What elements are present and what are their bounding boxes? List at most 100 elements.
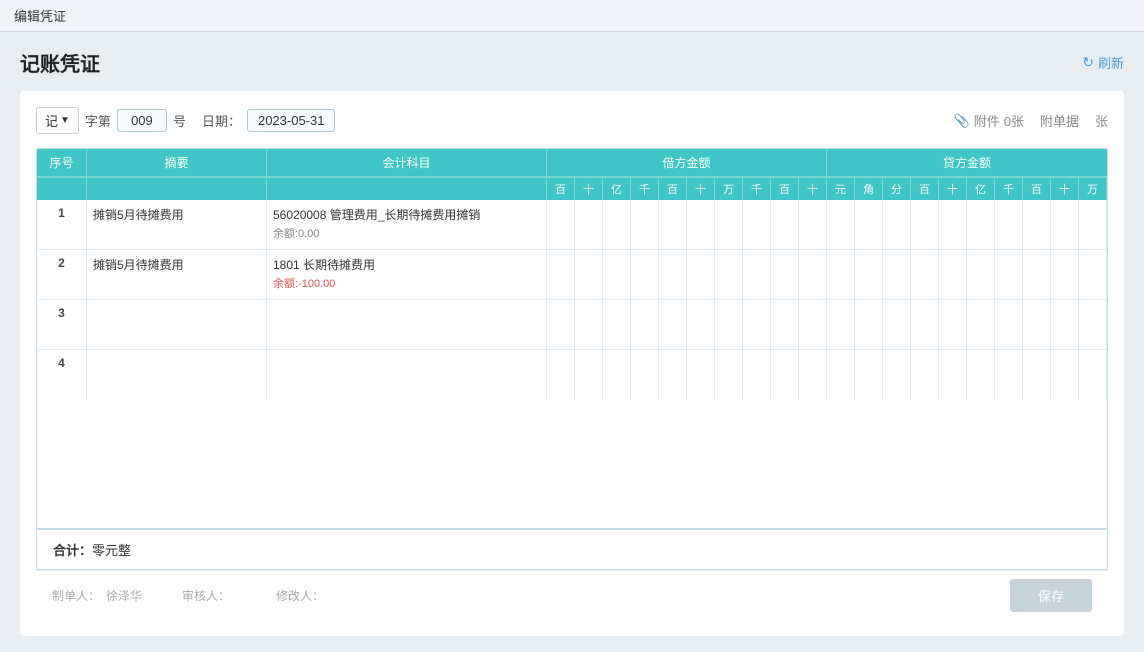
td-c2[interactable] [967, 250, 995, 299]
td-d8[interactable] [771, 300, 799, 349]
refresh-button[interactable]: ↻ 刷新 [1082, 53, 1124, 72]
td-d6[interactable] [715, 200, 743, 249]
td-c6[interactable] [1079, 350, 1107, 400]
td-d9[interactable] [799, 300, 827, 349]
td-d10[interactable] [827, 300, 855, 349]
zhang-label: 张 [1095, 111, 1108, 130]
td-account[interactable] [267, 350, 547, 400]
td-c5[interactable] [1051, 350, 1079, 400]
table-row: 4 [37, 350, 1107, 400]
th-account2 [267, 178, 547, 200]
td-c1[interactable] [939, 250, 967, 299]
date-field[interactable]: 2023-05-31 [247, 109, 336, 132]
td-d2[interactable] [603, 250, 631, 299]
attachment-icon: 📎 [954, 113, 970, 129]
td-d0[interactable] [547, 300, 575, 349]
td-c5[interactable] [1051, 300, 1079, 349]
td-c5[interactable] [1051, 200, 1079, 249]
voucher-number-field[interactable]: 009 [117, 109, 167, 132]
td-account[interactable]: 56020008 管理费用_长期待摊费用摊销 余额:0.00 [267, 200, 547, 249]
td-c3[interactable] [995, 350, 1023, 400]
td-d4[interactable] [659, 250, 687, 299]
td-d5[interactable] [687, 350, 715, 400]
voucher-type-select[interactable]: 记 ▼ [36, 107, 79, 134]
td-d12[interactable] [883, 300, 911, 349]
td-d11[interactable] [855, 300, 883, 349]
td-d6[interactable] [715, 250, 743, 299]
attachment-link[interactable]: 📎 附件 0张 [954, 111, 1024, 130]
td-c4[interactable] [1023, 250, 1051, 299]
td-d6[interactable] [715, 300, 743, 349]
td-d11[interactable] [855, 350, 883, 400]
td-d2[interactable] [603, 350, 631, 400]
td-account[interactable] [267, 300, 547, 349]
td-d11[interactable] [855, 250, 883, 299]
td-c5[interactable] [1051, 250, 1079, 299]
td-c0[interactable] [911, 300, 939, 349]
fudanju-link[interactable]: 附单据 [1040, 111, 1079, 130]
td-c3[interactable] [995, 250, 1023, 299]
td-c4[interactable] [1023, 350, 1051, 400]
td-d1[interactable] [575, 350, 603, 400]
td-c1[interactable] [939, 200, 967, 249]
td-c2[interactable] [967, 200, 995, 249]
td-account[interactable]: 1801 长期待摊费用 余额:-100.00 [267, 250, 547, 299]
td-c3[interactable] [995, 200, 1023, 249]
td-d10[interactable] [827, 250, 855, 299]
td-d7[interactable] [743, 250, 771, 299]
td-d0[interactable] [547, 350, 575, 400]
td-summary[interactable] [87, 300, 267, 349]
td-d2[interactable] [603, 300, 631, 349]
td-c1[interactable] [939, 300, 967, 349]
td-d9[interactable] [799, 200, 827, 249]
td-d1[interactable] [575, 300, 603, 349]
td-d3[interactable] [631, 200, 659, 249]
td-c6[interactable] [1079, 300, 1107, 349]
td-d12[interactable] [883, 200, 911, 249]
td-c0[interactable] [911, 250, 939, 299]
td-d7[interactable] [743, 300, 771, 349]
td-c1[interactable] [939, 350, 967, 400]
td-c0[interactable] [911, 200, 939, 249]
td-d9[interactable] [799, 350, 827, 400]
td-d0[interactable] [547, 250, 575, 299]
td-d2[interactable] [603, 200, 631, 249]
td-c0[interactable] [911, 350, 939, 400]
td-d6[interactable] [715, 350, 743, 400]
td-summary[interactable]: 摊销5月待摊费用 [87, 250, 267, 299]
td-d9[interactable] [799, 250, 827, 299]
td-seq: 4 [37, 350, 87, 400]
td-d7[interactable] [743, 200, 771, 249]
td-d0[interactable] [547, 200, 575, 249]
save-button[interactable]: 保存 [1010, 579, 1092, 612]
td-d7[interactable] [743, 350, 771, 400]
td-c2[interactable] [967, 300, 995, 349]
td-c4[interactable] [1023, 200, 1051, 249]
td-d8[interactable] [771, 200, 799, 249]
td-d3[interactable] [631, 350, 659, 400]
td-c6[interactable] [1079, 250, 1107, 299]
td-d12[interactable] [883, 350, 911, 400]
td-d12[interactable] [883, 250, 911, 299]
td-d4[interactable] [659, 350, 687, 400]
td-d10[interactable] [827, 200, 855, 249]
td-d8[interactable] [771, 250, 799, 299]
td-d11[interactable] [855, 200, 883, 249]
td-c4[interactable] [1023, 300, 1051, 349]
td-d4[interactable] [659, 300, 687, 349]
td-d1[interactable] [575, 200, 603, 249]
td-d5[interactable] [687, 300, 715, 349]
td-d3[interactable] [631, 250, 659, 299]
td-d4[interactable] [659, 200, 687, 249]
td-c3[interactable] [995, 300, 1023, 349]
td-summary[interactable] [87, 350, 267, 400]
td-d10[interactable] [827, 350, 855, 400]
td-d5[interactable] [687, 250, 715, 299]
td-c2[interactable] [967, 350, 995, 400]
td-d1[interactable] [575, 250, 603, 299]
td-d3[interactable] [631, 300, 659, 349]
td-summary[interactable]: 摊销5月待摊费用 [87, 200, 267, 249]
td-d5[interactable] [687, 200, 715, 249]
td-d8[interactable] [771, 350, 799, 400]
td-c6[interactable] [1079, 200, 1107, 249]
